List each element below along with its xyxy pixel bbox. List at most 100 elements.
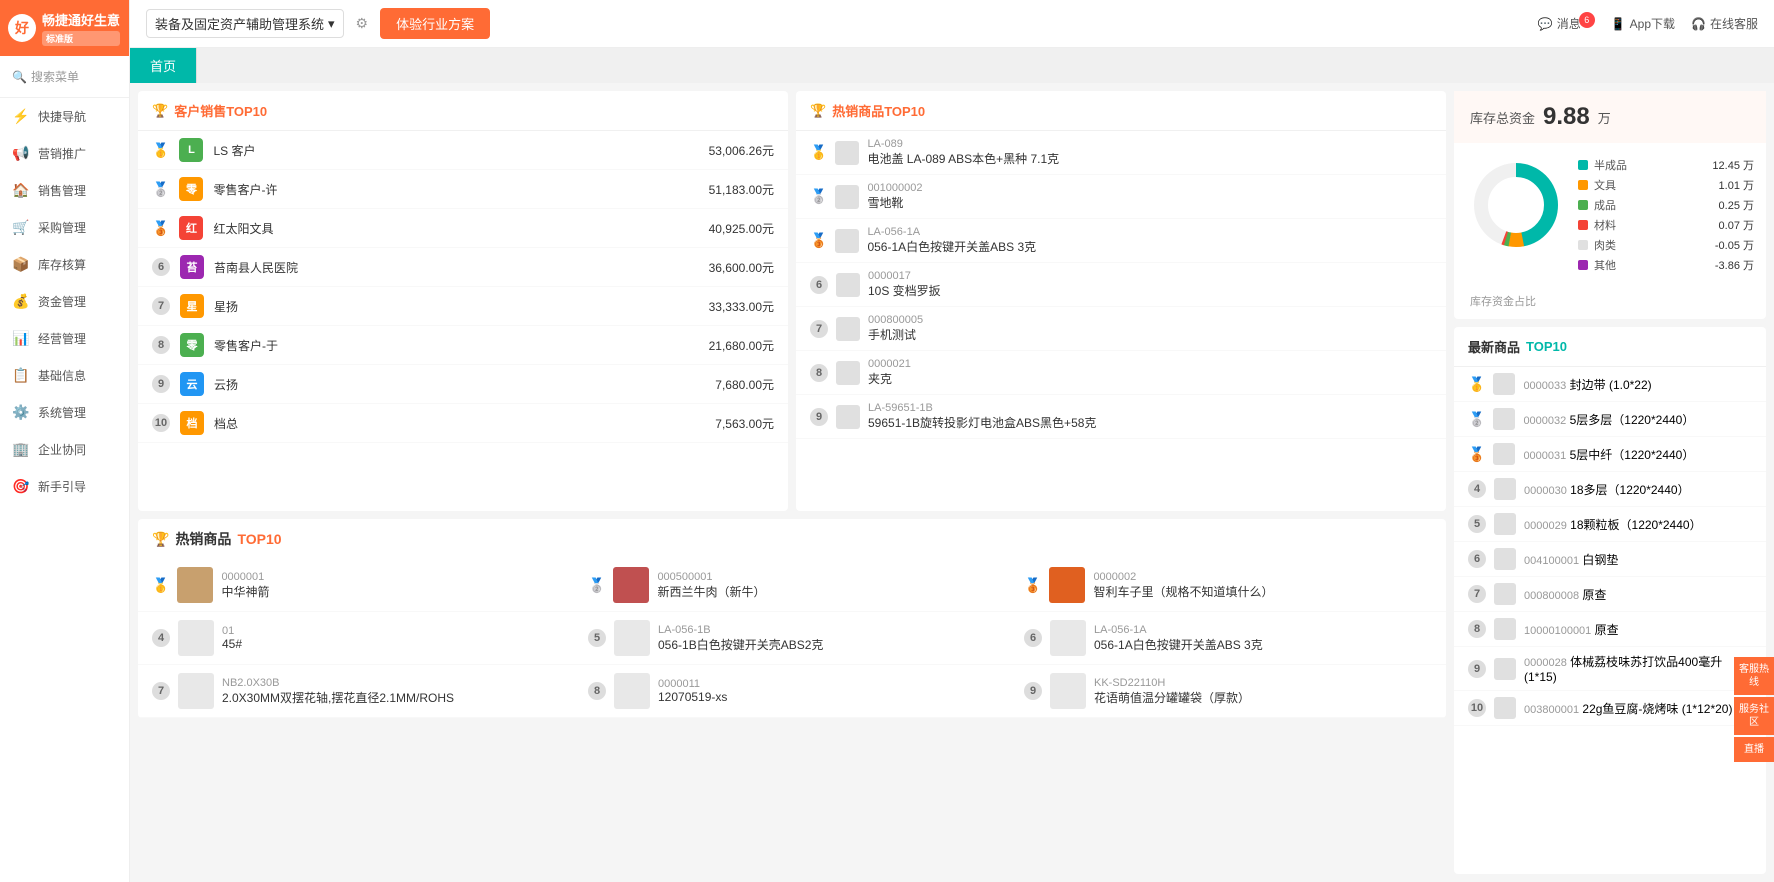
message-btn[interactable]: 💬 消息 6 [1538,15,1595,32]
product-info-2: 001000002 雪地靴 [867,182,1432,211]
trial-button[interactable]: 体验行业方案 [380,8,490,39]
new-product-code-5: 0000029 [1524,520,1567,532]
customer-avatar-3: 红 [179,216,203,240]
company-icon: 🏢 [12,441,30,458]
hot-name-7: 2.0X30MM双摆花轴,摆花直径2.1MM/ROHS [222,689,560,706]
sidebar-item-basic[interactable]: 📋 基础信息 [0,357,129,394]
new-product-code-4: 0000030 [1524,485,1567,497]
product-code-7: LA-59651-1B [868,402,1432,414]
hot-img-2 [613,567,649,603]
customer-avatar-5: 星 [180,294,204,318]
sidebar-item-marketing[interactable]: 📢 营销推广 [0,135,129,172]
sidebar-item-sales[interactable]: 🏠 销售管理 [0,172,129,209]
sidebar-label-basic: 基础信息 [38,367,86,384]
customer-name-1: LS 客户 [213,142,698,159]
hot-name-2: 新西兰牛肉（新牛） [657,583,996,600]
inventory-panel: 库存总资金 9.88 万 [1454,91,1766,319]
new-medal-1: 🥇 [1468,376,1485,393]
product-rank-num-7: 9 [810,408,828,426]
sidebar-item-purchase[interactable]: 🛒 采购管理 [0,209,129,246]
legend-item-3: 材料 0.07 万 [1578,215,1754,235]
hot-medal-2: 🥈 [588,577,605,594]
service-community-btn[interactable]: 服务社区 [1734,697,1774,735]
hot-name-8: 12070519-xs [658,690,996,704]
inventory-header: 库存总资金 9.88 万 [1454,91,1766,143]
hot-item-5: 5 LA-056-1B 056-1B白色按键开关壳ABS2克 [574,612,1010,665]
hot-name-3: 智利车子里（规格不知道填什么） [1093,583,1432,600]
hot-img-1 [177,567,213,603]
sidebar-label-newbie: 新手引导 [38,478,86,495]
page-tabs: 首页 [130,48,1774,83]
app-download-label: App下载 [1630,15,1675,32]
customer-avatar-4: 苔 [180,255,204,279]
new-product-code-8: 10000100001 [1524,625,1591,637]
new-product-name-5: 18颗粒板（1220*2440） [1570,518,1701,532]
main-area: 装备及固定资产辅助管理系统 ▾ ⚙ 体验行业方案 💬 消息 6 📱 App下载 … [130,0,1774,882]
sidebar-item-company[interactable]: 🏢 企业协同 [0,431,129,468]
legend-value-3: 0.07 万 [1719,217,1754,233]
legend-item-1: 文具 1.01 万 [1578,175,1754,195]
sidebar-search-area[interactable]: 🔍 搜索菜单 [0,56,129,98]
product-code-2: 001000002 [867,182,1432,194]
product-name-1: 电池盖 LA-089 ABS本色+黑种 7.1克 [867,150,1432,167]
sidebar-item-quick[interactable]: ⚡ 快捷导航 [0,98,129,135]
hot-img-3 [1049,567,1085,603]
new-products-list: 🥇 0000033 封边带 (1.0*22) 🥈 0000032 5层多层（12… [1454,367,1766,726]
inventory-unit: 万 [1598,108,1611,127]
sidebar-item-inventory[interactable]: 📦 库存核算 [0,246,129,283]
tab-home[interactable]: 首页 [130,48,197,83]
sidebar-item-system[interactable]: ⚙️ 系统管理 [0,394,129,431]
sidebar-item-finance[interactable]: 💰 资金管理 [0,283,129,320]
sidebar-nav: ⚡ 快捷导航 📢 营销推广 🏠 销售管理 🛒 采购管理 📦 库存核算 💰 资金管… [0,98,129,882]
phone-icon: 📱 [1611,17,1626,31]
hot-code-6: LA-056-1A [1094,624,1432,636]
customer-name-3: 红太阳文具 [213,220,698,237]
sidebar-item-newbie[interactable]: 🎯 新手引导 [0,468,129,505]
customer-rank-item-5: 7 星 星扬 33,333.00元 [138,287,788,326]
sidebar-label-inventory: 库存核算 [38,256,86,273]
product-name-5: 手机测试 [868,326,1432,343]
sidebar-logo: 好 畅捷通好生意 标准版 [0,0,129,56]
new-product-7: 7 000800008 原查 [1454,577,1766,612]
customer-amount-4: 36,600.00元 [709,259,774,276]
medal-icon-1: 🥇 [152,142,169,159]
product-rank-num-6: 8 [810,364,828,382]
app-download-btn[interactable]: 📱 App下载 [1611,15,1675,32]
online-service-btn[interactable]: 🎧 在线客服 [1691,15,1758,32]
hot-rank-9: 9 [1024,682,1042,700]
top-header: 装备及固定资产辅助管理系统 ▾ ⚙ 体验行业方案 💬 消息 6 📱 App下载 … [130,0,1774,48]
legend-item-4: 肉类 -0.05 万 [1578,235,1754,255]
settings-icon[interactable]: ⚙ [356,15,369,32]
chevron-down-icon: ▾ [328,16,335,32]
new-product-info-9: 0000028 体械荔枝味苏打饮品400毫升 (1*15) [1524,653,1752,684]
new-rank-4: 4 [1468,480,1486,498]
search-menu-btn[interactable]: 🔍 搜索菜单 [8,64,121,89]
header-right: 💬 消息 6 📱 App下载 🎧 在线客服 [1538,15,1758,32]
inventory-chart-label: 库存资金占比 [1470,296,1536,308]
product-rank-num-4: 6 [810,276,828,294]
legend-dot-0 [1578,160,1588,170]
new-product-img-9 [1494,658,1516,680]
hot-code-2: 000500001 [657,571,996,583]
legend-value-5: -3.86 万 [1715,257,1754,273]
hot-rank-6: 6 [1024,629,1042,647]
new-product-info-4: 0000030 18多层（1220*2440） [1524,481,1752,498]
new-product-8: 8 10000100001 原查 [1454,612,1766,647]
hot-item-9: 9 KK-SD22110H 花语萌值温分罐罐袋（厚款） [1010,665,1446,718]
message-badge: 6 [1579,12,1595,28]
hot-img-5 [614,620,650,656]
sidebar-item-operation[interactable]: 📊 经营管理 [0,320,129,357]
medal-icon-2: 🥈 [152,181,169,198]
live-btn[interactable]: 直播 [1734,737,1774,762]
search-icon: 🔍 [12,70,27,84]
hot-medal-1: 🥇 [152,577,169,594]
new-product-code-3: 0000031 [1523,450,1566,462]
customer-service-btn[interactable]: 客服热线 [1734,657,1774,695]
system-selector[interactable]: 装备及固定资产辅助管理系统 ▾ [146,9,344,38]
new-product-img-8 [1494,618,1516,640]
product-rank-item-7: 9 LA-59651-1B 59651-1B旋转投影灯电池盒ABS黑色+58克 [796,395,1446,439]
hot-code-4: 01 [222,625,560,637]
online-service-label: 在线客服 [1710,15,1758,32]
new-product-name-2: 5层多层（1220*2440） [1570,413,1695,427]
hot-name-9: 花语萌值温分罐罐袋（厚款） [1094,689,1432,706]
